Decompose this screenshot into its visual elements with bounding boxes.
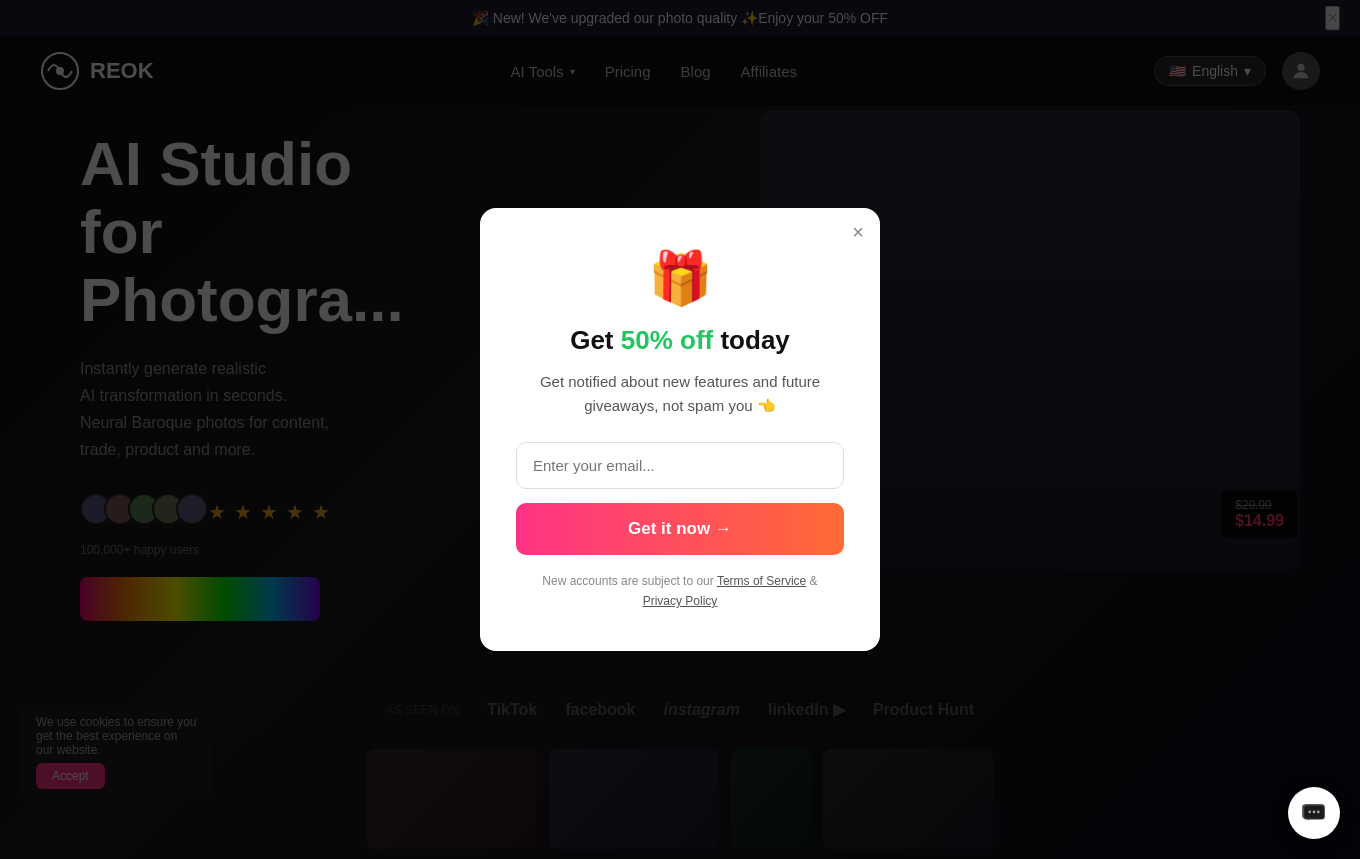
modal-title-today: today [713,325,790,355]
privacy-policy-link[interactable]: Privacy Policy [643,594,718,608]
svg-point-5 [1308,811,1311,814]
modal-description: Get notified about new features and futu… [516,370,844,418]
modal-footer: New accounts are subject to our Terms of… [516,571,844,612]
svg-point-6 [1313,811,1316,814]
modal-close-button[interactable]: × [852,222,864,242]
modal-gift-icon: 🎁 [516,248,844,309]
modal-footer-text-part1: New accounts are subject to our [542,574,717,588]
email-input[interactable] [516,442,844,489]
terms-of-service-link[interactable]: Terms of Service [717,574,806,588]
modal-overlay: × 🎁 Get 50% off today Get notified about… [0,0,1360,859]
chat-widget[interactable] [1288,787,1340,839]
modal-footer-ampersand: & [810,574,818,588]
chat-icon [1301,800,1327,826]
modal: × 🎁 Get 50% off today Get notified about… [480,208,880,652]
modal-title: Get 50% off today [516,325,844,356]
get-it-now-button[interactable]: Get it now → [516,503,844,555]
svg-point-7 [1317,811,1320,814]
modal-title-percent-off: 50% off [621,325,713,355]
modal-title-get: Get [570,325,621,355]
